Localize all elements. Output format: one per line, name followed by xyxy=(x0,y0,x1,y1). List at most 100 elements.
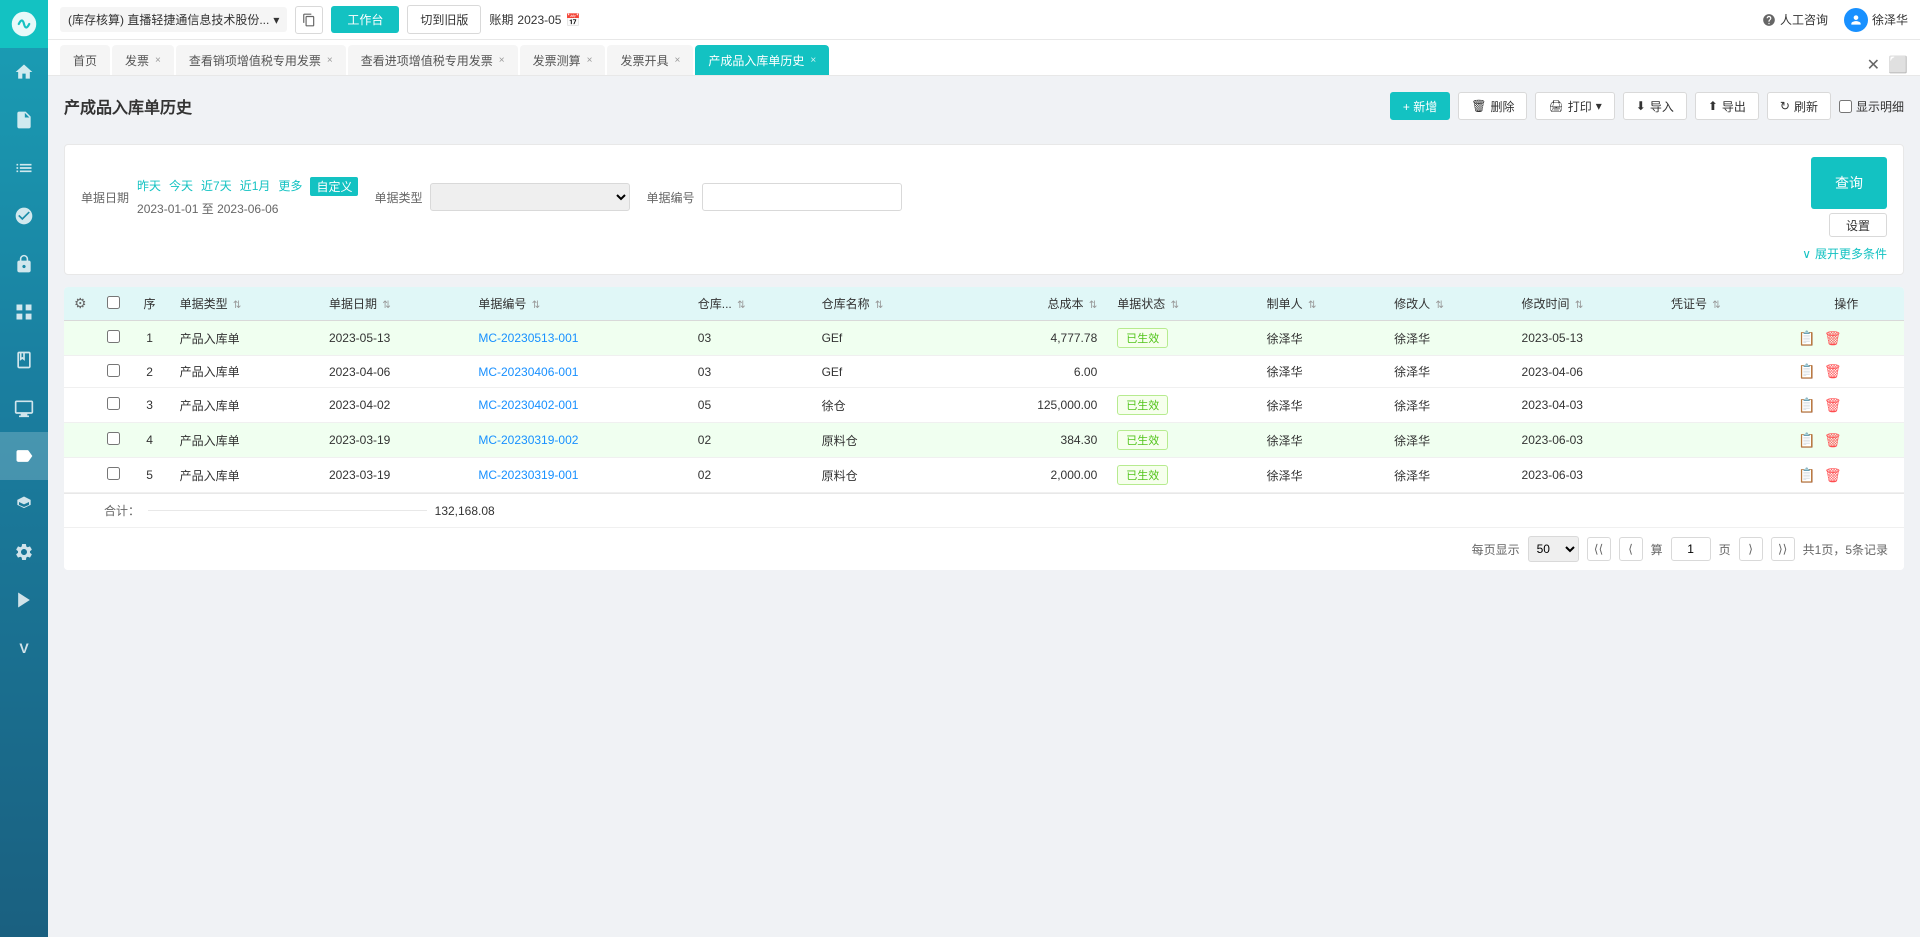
page-last-button[interactable]: ⟩⟩ xyxy=(1771,537,1795,561)
row-edit-icon[interactable]: 📋 xyxy=(1798,330,1815,347)
query-button[interactable]: 查询 xyxy=(1811,157,1887,209)
cell-doc-number[interactable]: MC-20230513-001 xyxy=(468,321,687,356)
sidebar-item-home[interactable] xyxy=(0,48,48,96)
copy-button[interactable] xyxy=(295,6,323,34)
doc-number-link[interactable]: MC-20230406-001 xyxy=(478,365,578,379)
tab-invoice-open[interactable]: 发票开具 × xyxy=(607,45,693,75)
row-checkbox[interactable] xyxy=(107,364,120,377)
row-edit-icon[interactable]: 📋 xyxy=(1798,397,1815,414)
doc-number-input[interactable] xyxy=(702,183,902,211)
shortcut-today[interactable]: 今天 xyxy=(169,177,193,196)
th-doc-status[interactable]: 单据状态 ⇅ xyxy=(1107,287,1256,321)
row-edit-icon[interactable]: 📋 xyxy=(1798,467,1815,484)
settings-gear-icon[interactable]: ⚙ xyxy=(74,295,87,311)
th-warehouse-code[interactable]: 仓库... ⇅ xyxy=(688,287,812,321)
tab-purchase-vat-close[interactable]: × xyxy=(499,55,505,66)
tab-invoice-open-close[interactable]: × xyxy=(674,55,680,66)
tab-maximize-button[interactable]: ⬜ xyxy=(1888,55,1908,75)
delete-button[interactable]: 🗑 删除 xyxy=(1458,92,1527,120)
sidebar-item-chart[interactable] xyxy=(0,144,48,192)
new-button[interactable]: + 新增 xyxy=(1390,92,1450,120)
sidebar-item-doc[interactable] xyxy=(0,96,48,144)
tab-close-all-button[interactable]: ✕ xyxy=(1867,55,1880,75)
doc-number-link[interactable]: MC-20230513-001 xyxy=(478,331,578,345)
row-edit-icon[interactable]: 📋 xyxy=(1798,363,1815,380)
page-first-button[interactable]: ⟨⟨ xyxy=(1587,537,1611,561)
row-edit-icon[interactable]: 📋 xyxy=(1798,432,1815,449)
cell-doc-number[interactable]: MC-20230319-002 xyxy=(468,423,687,458)
support-link[interactable]: 人工咨询 xyxy=(1762,11,1828,28)
th-doc-number[interactable]: 单据编号 ⇅ xyxy=(468,287,687,321)
shortcut-1month[interactable]: 近1月 xyxy=(240,177,271,196)
tab-sales-vat[interactable]: 查看销项增值税专用发票 × xyxy=(176,45,346,75)
refresh-button[interactable]: ↻ 刷新 xyxy=(1767,92,1831,120)
user-menu[interactable]: 徐泽华 xyxy=(1844,8,1908,32)
shortcut-yesterday[interactable]: 昨天 xyxy=(137,177,161,196)
export-button[interactable]: ⬆ 导出 xyxy=(1695,92,1759,120)
print-button[interactable]: 🖨 打印 ▾ xyxy=(1535,92,1614,120)
page-prev-button[interactable]: ⟨ xyxy=(1619,537,1643,561)
cell-checkbox[interactable] xyxy=(97,321,130,356)
workbench-button[interactable]: 工作台 xyxy=(331,6,399,33)
row-delete-icon[interactable]: 🗑 xyxy=(1824,397,1842,414)
row-checkbox[interactable] xyxy=(107,467,120,480)
shortcut-more[interactable]: 更多 xyxy=(278,177,302,196)
row-delete-icon[interactable]: 🗑 xyxy=(1824,330,1842,347)
th-checkbox[interactable] xyxy=(97,287,130,321)
tab-home[interactable]: 首页 xyxy=(60,45,110,75)
cell-checkbox[interactable] xyxy=(97,423,130,458)
th-modifier[interactable]: 修改人 ⇅ xyxy=(1384,287,1511,321)
sidebar-item-v[interactable]: V xyxy=(0,624,48,672)
row-checkbox[interactable] xyxy=(107,330,120,343)
th-modify-time[interactable]: 修改时间 ⇅ xyxy=(1512,287,1661,321)
th-settings[interactable]: ⚙ xyxy=(64,287,97,321)
cell-doc-number[interactable]: MC-20230319-001 xyxy=(468,458,687,493)
sidebar-item-lock[interactable] xyxy=(0,240,48,288)
sidebar-item-monitor[interactable] xyxy=(0,384,48,432)
page-size-select[interactable]: 50 100 200 xyxy=(1528,536,1579,562)
shortcut-custom[interactable]: 自定义 xyxy=(310,177,358,196)
sidebar-item-dashboard[interactable] xyxy=(0,192,48,240)
tab-product-history[interactable]: 产成品入库单历史 × xyxy=(695,45,829,75)
th-total-cost[interactable]: 总成本 ⇅ xyxy=(961,287,1107,321)
calendar-icon[interactable]: 📅 xyxy=(565,13,580,27)
sidebar-item-settings[interactable] xyxy=(0,528,48,576)
page-number-input[interactable] xyxy=(1671,537,1711,561)
sidebar-item-play[interactable] xyxy=(0,576,48,624)
tab-invoice-calc[interactable]: 发票测算 × xyxy=(520,45,606,75)
th-warehouse-name[interactable]: 仓库名称 ⇅ xyxy=(812,287,961,321)
doc-number-link[interactable]: MC-20230319-002 xyxy=(478,433,578,447)
shortcut-7days[interactable]: 近7天 xyxy=(201,177,232,196)
expand-button[interactable]: ∨ 展开更多条件 xyxy=(1802,245,1887,262)
tab-invoice[interactable]: 发票 × xyxy=(112,45,174,75)
cell-checkbox[interactable] xyxy=(97,458,130,493)
cell-doc-number[interactable]: MC-20230406-001 xyxy=(468,356,687,388)
page-next-button[interactable]: ⟩ xyxy=(1739,537,1763,561)
tab-purchase-vat[interactable]: 查看进项增值税专用发票 × xyxy=(348,45,518,75)
doc-number-link[interactable]: MC-20230402-001 xyxy=(478,398,578,412)
select-all-checkbox[interactable] xyxy=(107,296,120,309)
row-checkbox[interactable] xyxy=(107,397,120,410)
filter-setting-button[interactable]: 设置 xyxy=(1829,213,1887,237)
show-detail-checkbox-label[interactable]: 显示明细 xyxy=(1839,98,1904,115)
th-voucher-num[interactable]: 凭证号 ⇅ xyxy=(1661,287,1788,321)
tab-sales-vat-close[interactable]: × xyxy=(327,55,333,66)
doc-type-select[interactable] xyxy=(430,183,630,211)
row-checkbox[interactable] xyxy=(107,432,120,445)
company-selector[interactable]: (库存核算) 直播轻捷通信息技术股份... ▾ xyxy=(60,7,287,32)
sidebar-item-box[interactable] xyxy=(0,480,48,528)
doc-number-link[interactable]: MC-20230319-001 xyxy=(478,468,578,482)
row-delete-icon[interactable]: 🗑 xyxy=(1824,467,1842,484)
row-delete-icon[interactable]: 🗑 xyxy=(1824,432,1842,449)
tab-invoice-close[interactable]: × xyxy=(155,55,161,66)
th-creator[interactable]: 制单人 ⇅ xyxy=(1257,287,1384,321)
sidebar-item-book[interactable] xyxy=(0,336,48,384)
cell-checkbox[interactable] xyxy=(97,356,130,388)
switch-button[interactable]: 切到旧版 xyxy=(407,5,481,34)
th-doc-date[interactable]: 单据日期 ⇅ xyxy=(319,287,468,321)
import-button[interactable]: ⬇ 导入 xyxy=(1623,92,1687,120)
cell-doc-number[interactable]: MC-20230402-001 xyxy=(468,388,687,423)
sidebar-item-tag[interactable] xyxy=(0,432,48,480)
th-doc-type[interactable]: 单据类型 ⇅ xyxy=(170,287,319,321)
show-detail-checkbox[interactable] xyxy=(1839,100,1852,113)
